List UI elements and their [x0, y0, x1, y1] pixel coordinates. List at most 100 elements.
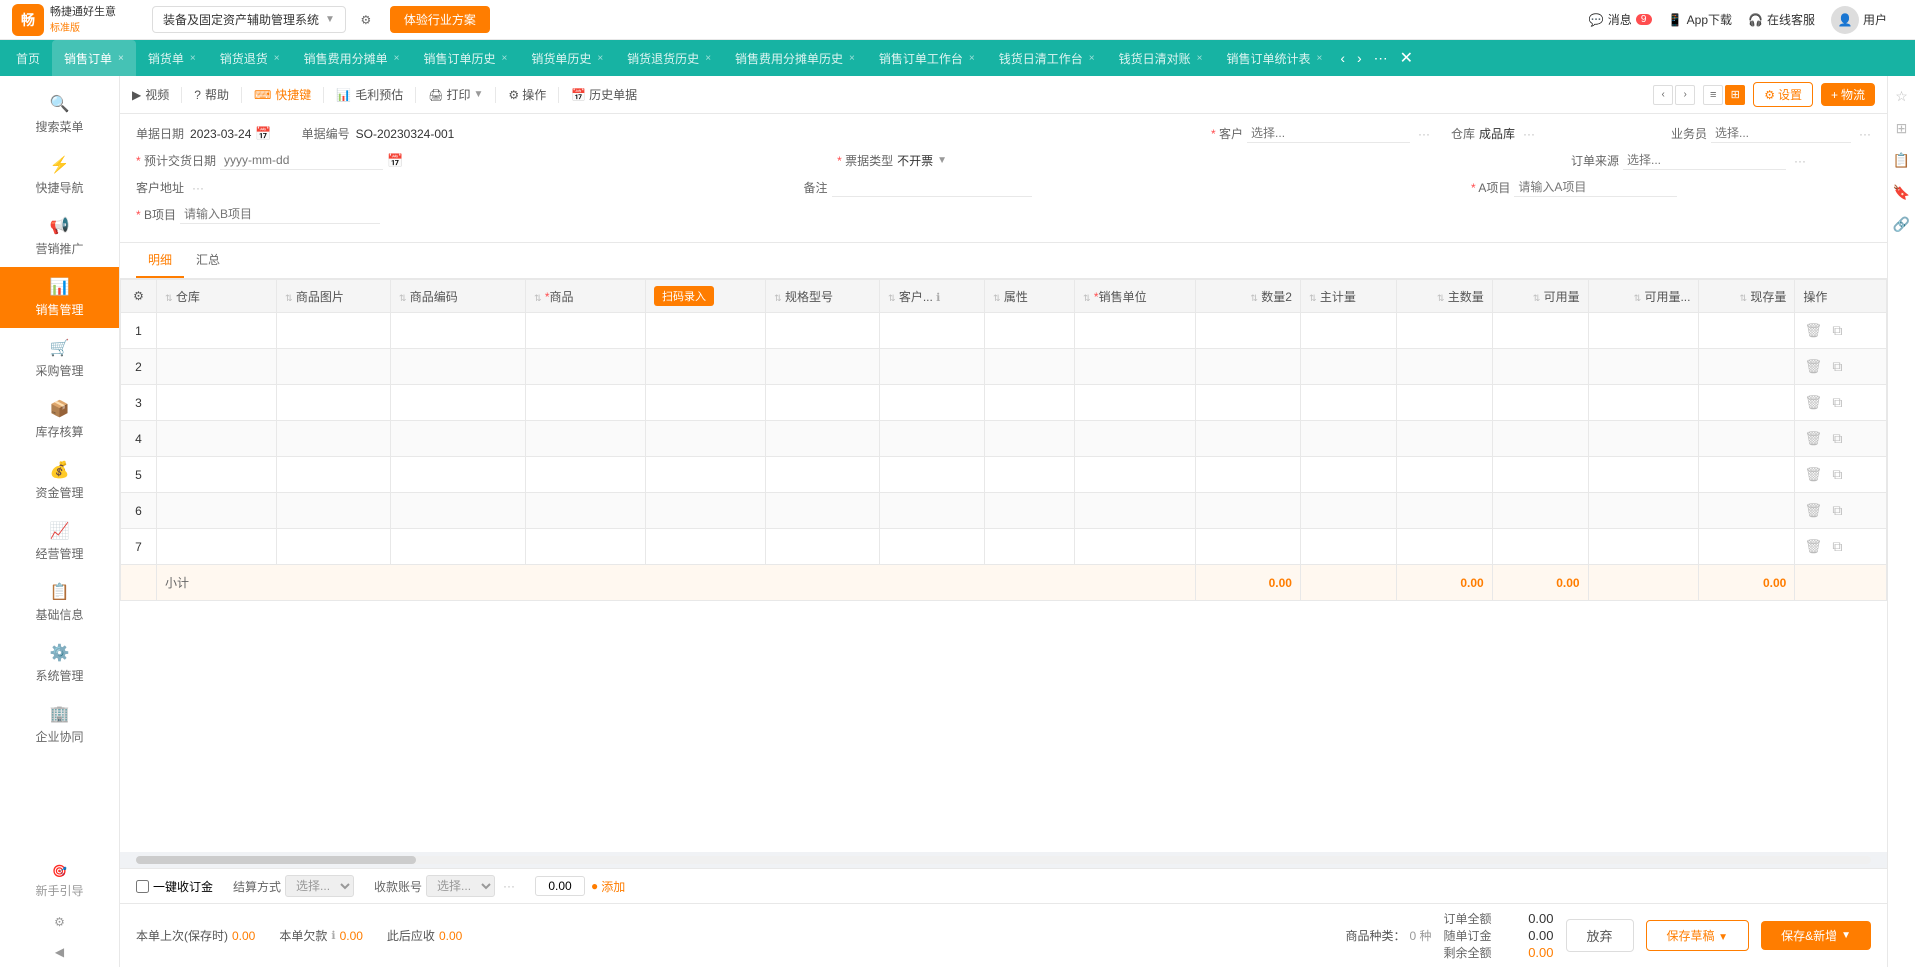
copy-row-btn[interactable]: ⧉	[1827, 501, 1847, 521]
tab-sales-return[interactable]: 销货退货 ×	[208, 40, 292, 76]
delete-row-btn[interactable]: 🗑	[1803, 537, 1823, 557]
delete-row-btn[interactable]: 🗑	[1803, 321, 1823, 341]
history-btn[interactable]: 📅 历史单据	[571, 86, 637, 103]
row-current-1[interactable]	[1699, 313, 1795, 349]
right-panel-icon-star[interactable]: ☆	[1890, 84, 1914, 108]
sidebar-collapse-btn[interactable]: ◀	[0, 937, 119, 967]
message-btn[interactable]: 💬 消息 9	[1589, 11, 1652, 28]
row-avail-2[interactable]	[1492, 349, 1588, 385]
payment-select[interactable]: 选择...	[285, 875, 354, 897]
close-icon[interactable]: ×	[849, 53, 855, 64]
table-scroll[interactable]	[136, 856, 1871, 864]
order-source-input[interactable]	[1623, 151, 1786, 170]
row-mainqty-2[interactable]	[1396, 349, 1492, 385]
col-warehouse[interactable]: ⇅ 仓库	[157, 280, 277, 313]
sidebar-item-search[interactable]: 🔍 搜索菜单	[0, 84, 119, 145]
right-panel-icon-link[interactable]: 🔗	[1890, 212, 1914, 236]
right-panel-icon-bookmark[interactable]: 🔖	[1890, 180, 1914, 204]
row-warehouse-1[interactable]	[157, 313, 277, 349]
calendar-icon[interactable]: 📅	[255, 126, 271, 142]
delete-row-btn[interactable]: 🗑	[1803, 357, 1823, 377]
sidebar-item-operation[interactable]: 📈 经营管理	[0, 511, 119, 572]
sidebar-item-purchase[interactable]: 🛒 采购管理	[0, 328, 119, 389]
row-avail2-1[interactable]	[1588, 313, 1699, 349]
col-available2[interactable]: ⇅ 可用量...	[1588, 280, 1699, 313]
close-icon[interactable]: ×	[969, 53, 975, 64]
copy-row-btn[interactable]: ⧉	[1827, 357, 1847, 377]
profit-btn[interactable]: 📊 毛利预估	[336, 86, 403, 103]
col-main-unit[interactable]: ⇅ 主计量	[1300, 280, 1396, 313]
col-scan[interactable]: 扫码录入	[646, 280, 766, 313]
row-avail-1[interactable]	[1492, 313, 1588, 349]
close-icon[interactable]: ×	[705, 53, 711, 64]
save-new-button[interactable]: 保存&新增 ▼	[1761, 921, 1871, 950]
close-icon[interactable]: ×	[118, 53, 124, 64]
delete-row-btn[interactable]: 🗑	[1803, 393, 1823, 413]
scroll-thumb[interactable]	[136, 856, 416, 864]
online-support-btn[interactable]: 🎧 在线客服	[1748, 11, 1815, 28]
row-image-2[interactable]	[277, 349, 391, 385]
row-code-2[interactable]	[390, 349, 525, 385]
app-download-btn[interactable]: 📱 App下载	[1668, 11, 1732, 28]
close-icon[interactable]: ×	[274, 53, 280, 64]
prev-btn[interactable]: ‹	[1653, 85, 1673, 105]
row-warehouse-3[interactable]	[157, 385, 277, 421]
row-name-1[interactable]	[525, 313, 645, 349]
col-settings[interactable]: ⚙	[121, 280, 157, 313]
add-btn[interactable]: ● 添加	[591, 878, 625, 895]
tab-sales-stats[interactable]: 销售订单统计表 ×	[1214, 40, 1334, 76]
row-unit-1[interactable]	[1075, 313, 1196, 349]
delivery-calendar-icon[interactable]: 📅	[387, 153, 403, 169]
delete-row-btn[interactable]: 🗑	[1803, 429, 1823, 449]
close-icon[interactable]: ×	[501, 53, 507, 64]
copy-row-btn[interactable]: ⧉	[1827, 393, 1847, 413]
tab-sales-fee-history[interactable]: 销售费用分摊单历史 ×	[723, 40, 867, 76]
tab-scroll-left[interactable]: ‹	[1334, 50, 1351, 66]
row-spec-2[interactable]	[766, 349, 880, 385]
tab-daily-workbench[interactable]: 钱货日清工作台 ×	[987, 40, 1107, 76]
col-spec[interactable]: ⇅ 规格型号	[766, 280, 880, 313]
account-select[interactable]: 选择...	[426, 875, 495, 897]
material-button[interactable]: + 物流	[1821, 83, 1875, 106]
sidebar-item-marketing[interactable]: 📢 营销推广	[0, 206, 119, 267]
close-icon[interactable]: ×	[1089, 53, 1095, 64]
row-name-2[interactable]	[525, 349, 645, 385]
col-current[interactable]: ⇅ 现存量	[1699, 280, 1795, 313]
row-spec-1[interactable]	[766, 313, 880, 349]
user-btn[interactable]: 👤 用户	[1831, 6, 1887, 34]
customer-input[interactable]	[1247, 124, 1410, 143]
col-main-qty[interactable]: ⇅ 主数量	[1396, 280, 1492, 313]
close-icon[interactable]: ×	[394, 53, 400, 64]
row-attr-2[interactable]	[984, 349, 1074, 385]
right-panel-icon-grid[interactable]: ⊞	[1890, 116, 1914, 140]
tab-sales-bill[interactable]: 销货单 ×	[136, 40, 208, 76]
copy-row-btn[interactable]: ⧉	[1827, 537, 1847, 557]
delete-row-btn[interactable]: 🗑	[1803, 501, 1823, 521]
tab-sales-fee[interactable]: 销售费用分摊单 ×	[292, 40, 412, 76]
tab-detail[interactable]: 明细	[136, 243, 184, 278]
settings-icon[interactable]: ⚙	[352, 6, 380, 34]
row-warehouse-2[interactable]	[157, 349, 277, 385]
tab-sales-return-history[interactable]: 销货退货历史 ×	[615, 40, 723, 76]
tab-menu[interactable]: ⋯	[1368, 50, 1394, 67]
amount-input[interactable]	[535, 876, 585, 896]
sidebar-item-sales[interactable]: 📊 销售管理	[0, 267, 119, 328]
delivery-input[interactable]	[220, 151, 383, 170]
close-icon[interactable]: ×	[1197, 53, 1203, 64]
row-mainunit-1[interactable]	[1300, 313, 1396, 349]
row-avail2-2[interactable]	[1588, 349, 1699, 385]
close-icon[interactable]: ×	[597, 53, 603, 64]
print-btn[interactable]: 🖨 打印 ▼	[428, 86, 483, 103]
delete-row-btn[interactable]: 🗑	[1803, 465, 1823, 485]
tab-home[interactable]: 首页	[4, 40, 52, 76]
shortcut-btn[interactable]: ⌨ 快捷键	[254, 86, 311, 103]
system-title[interactable]: 装备及固定资产辅助管理系统 ▼	[152, 6, 346, 33]
tab-daily-reconcile[interactable]: 钱货日清对账 ×	[1107, 40, 1215, 76]
col-attr[interactable]: ⇅ 属性	[984, 280, 1074, 313]
row-unit-2[interactable]	[1075, 349, 1196, 385]
discard-button[interactable]: 放弃	[1566, 919, 1634, 952]
row-custcode-1[interactable]	[879, 313, 984, 349]
staff-input[interactable]	[1711, 124, 1851, 143]
tab-sales-workbench[interactable]: 销售订单工作台 ×	[867, 40, 987, 76]
help-btn[interactable]: ? 帮助	[194, 86, 229, 103]
